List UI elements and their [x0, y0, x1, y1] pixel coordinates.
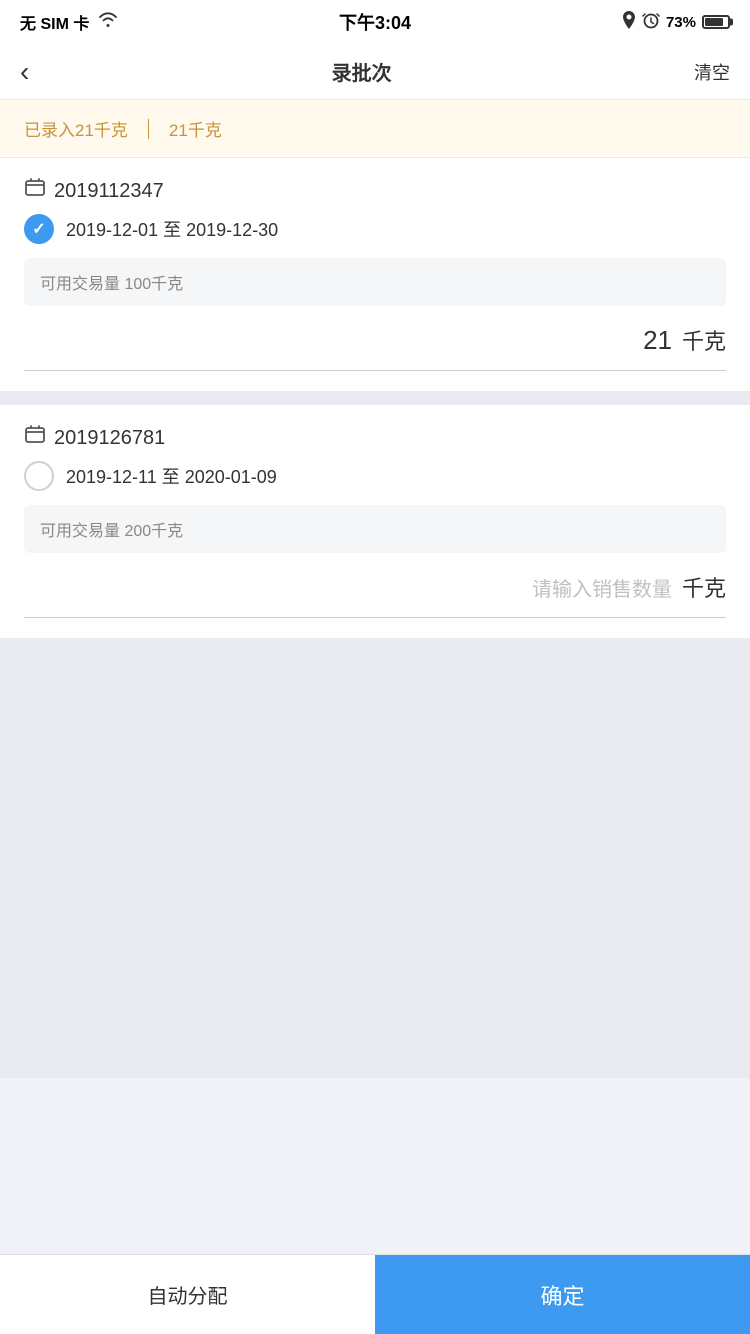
batch-id-row-2: 2019126781 [24, 425, 726, 451]
summary-total-label: 21千克 [169, 116, 222, 141]
radio-2[interactable] [24, 461, 54, 491]
sales-input-placeholder[interactable]: 请输入销售数量 [24, 573, 672, 602]
alarm-icon [642, 11, 660, 33]
status-right: 73% [622, 11, 730, 33]
location-icon [622, 11, 636, 33]
batch-id-text-2: 2019126781 [54, 427, 165, 450]
batch-avail-row-1: 可用交易量 100千克 [24, 258, 726, 306]
summary-divider [148, 119, 149, 139]
back-button[interactable]: ‹ [20, 58, 29, 86]
batch-card-1: 2019112347 2019-12-01 至 2019-12-30 可用交易量… [0, 158, 750, 391]
input-unit-2: 千克 [682, 571, 726, 603]
status-left: 无 SIM 卡 [20, 10, 119, 34]
batch-id-row-1: 2019112347 [24, 178, 726, 204]
batch-icon-1 [24, 178, 46, 204]
summary-recorded-label: 已录入21千克 [24, 116, 128, 141]
battery-icon [702, 15, 730, 29]
auto-distribute-button[interactable]: 自动分配 [0, 1255, 375, 1334]
status-time: 下午3:04 [339, 9, 411, 35]
batch-date-row-2[interactable]: 2019-12-11 至 2020-01-09 [24, 461, 726, 491]
confirm-button[interactable]: 确定 [375, 1255, 750, 1334]
wifi-icon [97, 11, 119, 33]
batch-date-row-1[interactable]: 2019-12-01 至 2019-12-30 [24, 214, 726, 244]
batch-date-text-1: 2019-12-01 至 2019-12-30 [66, 216, 278, 242]
sim-label: 无 SIM 卡 [20, 10, 89, 34]
battery-percent: 73% [666, 14, 696, 31]
status-bar: 无 SIM 卡 下午3:04 73% [0, 0, 750, 44]
page-title: 录批次 [332, 57, 392, 86]
batch-card-2: 2019126781 2019-12-11 至 2020-01-09 可用交易量… [0, 405, 750, 638]
nav-bar: ‹ 录批次 清空 [0, 44, 750, 100]
quantity-value-1: 21 [643, 325, 672, 356]
batch-date-text-2: 2019-12-11 至 2020-01-09 [66, 463, 277, 489]
summary-banner: 已录入21千克 21千克 [0, 100, 750, 158]
radio-1[interactable] [24, 214, 54, 244]
gray-area [0, 638, 750, 1078]
section-separator [0, 391, 750, 405]
batch-id-text-1: 2019112347 [54, 180, 164, 203]
batch-avail-text-2: 可用交易量 200千克 [40, 523, 183, 540]
clear-button[interactable]: 清空 [694, 59, 730, 85]
quantity-row-1: 21 千克 [0, 306, 750, 356]
batch-icon-2 [24, 425, 46, 451]
quantity-unit-1: 千克 [682, 324, 726, 356]
batch-avail-text-1: 可用交易量 100千克 [40, 276, 183, 293]
input-row-2[interactable]: 请输入销售数量 千克 [0, 553, 750, 603]
batch-avail-row-2: 可用交易量 200千克 [24, 505, 726, 553]
bottom-bar: 自动分配 确定 [0, 1254, 750, 1334]
